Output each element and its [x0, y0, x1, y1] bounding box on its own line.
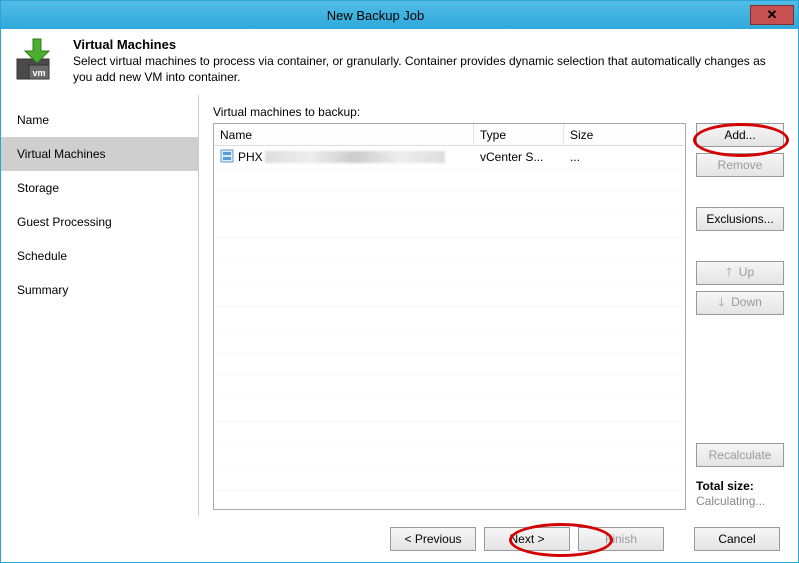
sidebar-item-virtual-machines[interactable]: Virtual Machines — [1, 137, 198, 171]
main-panel: Virtual machines to backup: Name Type Si… — [199, 95, 798, 516]
close-button[interactable]: ✕ — [750, 5, 794, 25]
wizard-step-description: Select virtual machines to process via c… — [73, 54, 784, 85]
finish-button[interactable]: Finish — [578, 527, 664, 551]
row-type-cell: vCenter S... — [474, 146, 564, 168]
side-button-column: Add... Remove Exclusions... 🡑 Up 🡓 Down … — [696, 123, 784, 510]
total-size-value: Calculating... — [696, 494, 784, 510]
row-name-text: PHX — [238, 150, 263, 164]
down-button[interactable]: 🡓 Down — [696, 291, 784, 315]
arrow-down-icon: 🡓 — [718, 295, 724, 309]
total-size-block: Total size: Calculating... — [696, 479, 784, 510]
vcenter-icon — [220, 149, 234, 166]
exclusions-button[interactable]: Exclusions... — [696, 207, 784, 231]
vm-table[interactable]: Name Type Size — [213, 123, 686, 510]
arrow-up-icon: 🡑 — [726, 265, 732, 279]
previous-button[interactable]: < Previous — [390, 527, 476, 551]
column-header-size[interactable]: Size — [564, 124, 685, 145]
wizard-footer: < Previous Next > Finish Cancel — [1, 516, 798, 562]
wizard-header: vm Virtual Machines Select virtual machi… — [1, 29, 798, 95]
vm-table-header: Name Type Size — [214, 124, 685, 146]
wizard-body: Name Virtual Machines Storage Guest Proc… — [1, 95, 798, 516]
redacted-text — [265, 151, 445, 163]
row-name-cell: PHX — [214, 146, 474, 168]
window-title: New Backup Job — [1, 8, 750, 23]
up-button[interactable]: 🡑 Up — [696, 261, 784, 285]
column-header-type[interactable]: Type — [474, 124, 564, 145]
table-row[interactable]: PHX vCenter S... ... — [214, 146, 685, 168]
sidebar-item-storage[interactable]: Storage — [1, 171, 198, 205]
vm-table-body[interactable]: PHX vCenter S... ... — [214, 146, 685, 509]
up-label: Up — [739, 265, 754, 279]
svg-text:vm: vm — [32, 68, 45, 78]
recalculate-button[interactable]: Recalculate — [696, 443, 784, 467]
column-header-name[interactable]: Name — [214, 124, 474, 145]
vm-wizard-icon: vm — [15, 37, 63, 81]
titlebar: New Backup Job ✕ — [1, 1, 798, 29]
sidebar-item-guest-processing[interactable]: Guest Processing — [1, 205, 198, 239]
sidebar-item-name[interactable]: Name — [1, 103, 198, 137]
wizard-steps-sidebar: Name Virtual Machines Storage Guest Proc… — [1, 95, 199, 516]
vm-list-label: Virtual machines to backup: — [213, 105, 784, 119]
sidebar-item-schedule[interactable]: Schedule — [1, 239, 198, 273]
vm-content-row: Name Type Size — [213, 123, 784, 510]
cancel-button[interactable]: Cancel — [694, 527, 780, 551]
next-button[interactable]: Next > — [484, 527, 570, 551]
down-label: Down — [731, 295, 762, 309]
sidebar-item-summary[interactable]: Summary — [1, 273, 198, 307]
row-size-cell: ... — [564, 146, 685, 168]
total-size-label: Total size: — [696, 479, 784, 495]
remove-button[interactable]: Remove — [696, 153, 784, 177]
add-button[interactable]: Add... — [696, 123, 784, 147]
wizard-header-text: Virtual Machines Select virtual machines… — [73, 37, 784, 85]
dialog-window: New Backup Job ✕ vm Virtual Machines Sel… — [0, 0, 799, 563]
wizard-step-title: Virtual Machines — [73, 37, 784, 52]
